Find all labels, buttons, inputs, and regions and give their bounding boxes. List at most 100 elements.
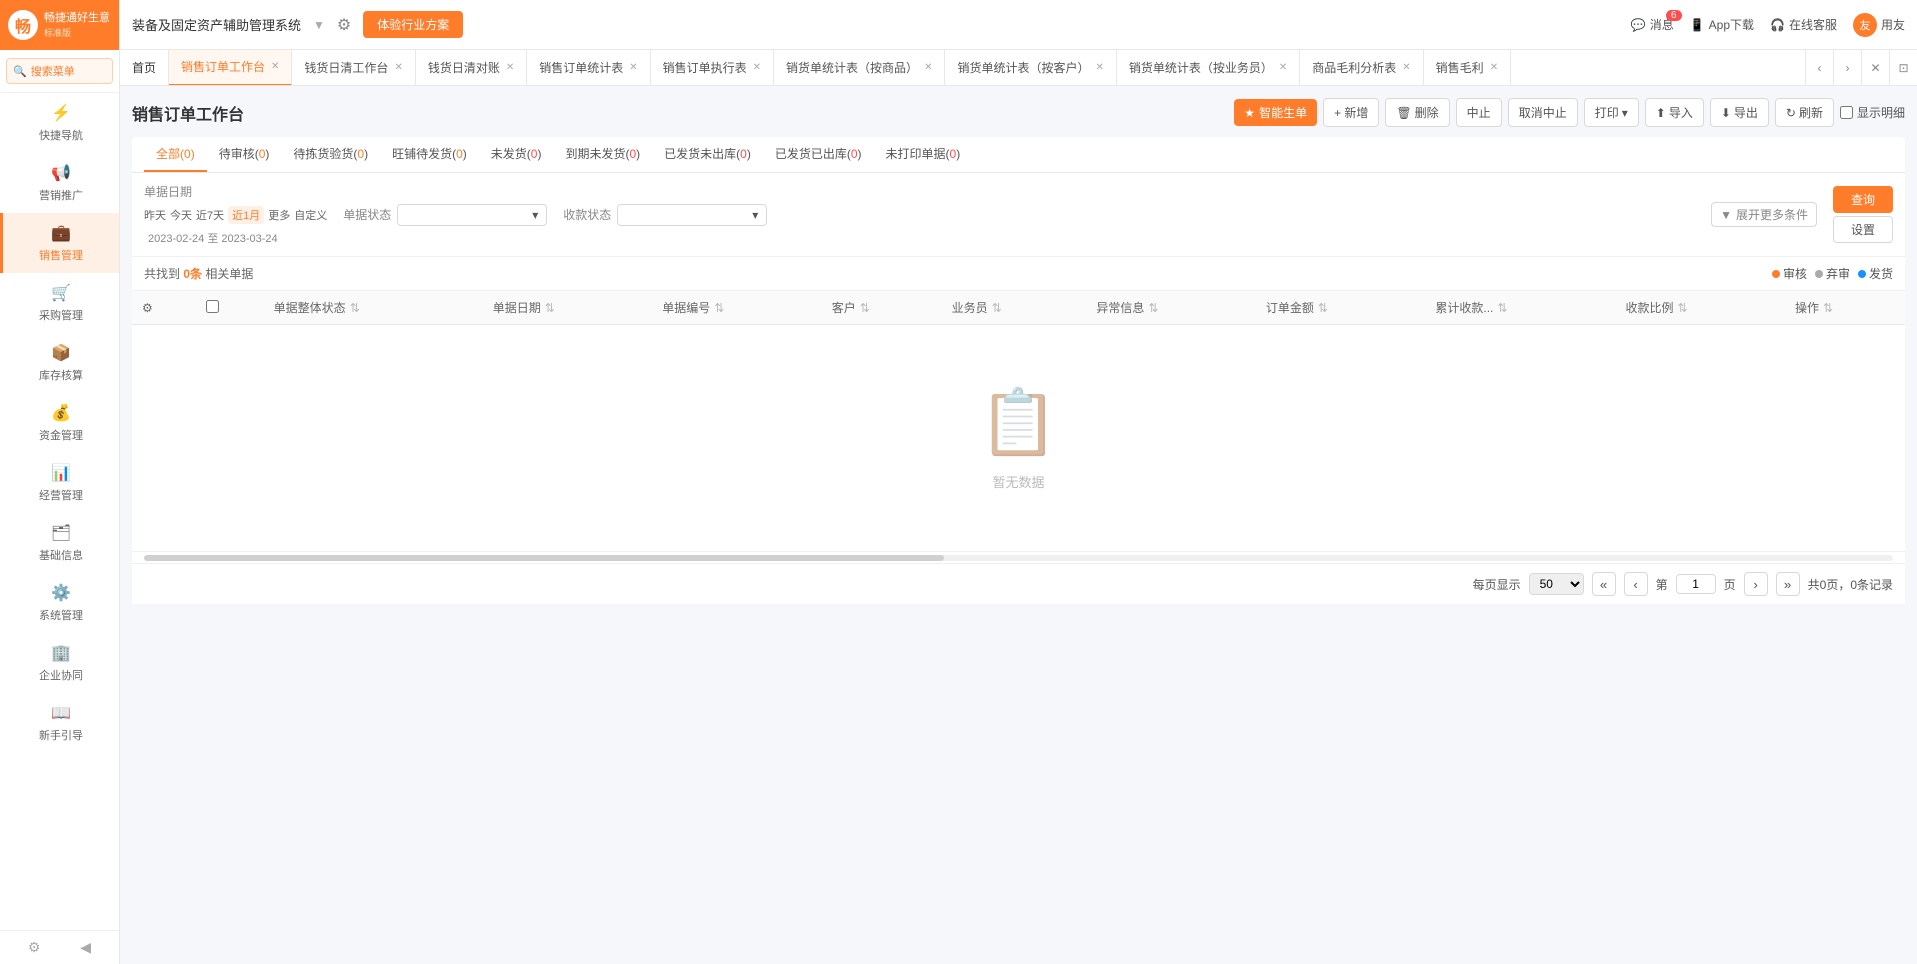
filter-tab-unprinted[interactable]: 未打印单据(0) [874,137,973,172]
nav-icon-enterprise: 🏢 [51,643,71,663]
close-tab-sales-stat-product[interactable]: ✕ [924,62,932,73]
sidebar-item-purchase[interactable]: 🛒 采购管理 [0,273,119,333]
sidebar-item-guide[interactable]: 📖 新手引导 [0,693,119,753]
filter-tab-all[interactable]: 全部(0) [144,137,207,172]
close-tab-sales-stat-table[interactable]: ✕ [629,62,637,73]
date-option-自定义[interactable]: 自定义 [294,207,327,223]
print-button[interactable]: 打印 ▾ [1584,98,1639,127]
app-title-dropdown[interactable]: ▼ [313,18,325,32]
sidebar-item-sales[interactable]: 💼 销售管理 [0,213,119,273]
sidebar-item-operations[interactable]: 📊 经营管理 [0,453,119,513]
online-support-item[interactable]: 🎧 在线客服 [1770,16,1837,33]
sidebar-item-enterprise[interactable]: 🏢 企业协同 [0,633,119,693]
collapse-icon[interactable]: ◀ [80,939,91,956]
total-records: 共0页，0条记录 [1808,576,1893,593]
filter-tab-pending-review[interactable]: 待审核(0) [207,137,282,172]
sidebar-item-system[interactable]: ⚙️ 系统管理 [0,573,119,633]
sidebar-item-marketing[interactable]: 📢 营销推广 [0,153,119,213]
close-tab-sales-gross[interactable]: ✕ [1490,62,1498,73]
close-tab-sales-workbench[interactable]: ✕ [271,61,279,72]
select-all-checkbox[interactable] [206,300,219,313]
horizontal-scrollbar[interactable] [132,551,1905,563]
tab-sales-stat-table[interactable]: 销售订单统计表✕ [527,50,650,86]
prev-tab-button[interactable]: ‹ [1805,50,1833,86]
message-item[interactable]: 💬 6 消息 [1631,16,1674,33]
tab-cash-daily[interactable]: 钱货日清工作台✕ [292,50,415,86]
filter-tab-shipped-not-warehoused[interactable]: 已发货未出库(0) [652,137,763,172]
tab-home[interactable]: 首页 [120,50,169,86]
search-menu-button[interactable]: 🔍 搜索菜单 [6,58,113,84]
query-button[interactable]: 查询 [1833,186,1893,213]
next-tab-button[interactable]: › [1833,50,1861,86]
tab-sales-stat-staff[interactable]: 销货单统计表（按业务员）✕ [1117,50,1300,86]
next-page-button[interactable]: › [1744,572,1768,596]
filter-tab-wangpu-pending[interactable]: 旺铺待发货(0) [380,137,479,172]
tab-sales-stat-product[interactable]: 销货单统计表（按商品）✕ [774,50,945,86]
refresh-button[interactable]: ↻ 刷新 [1775,98,1834,127]
show-detail-checkbox[interactable] [1840,106,1853,119]
import-button[interactable]: ⬆ 导入 [1645,98,1704,127]
trial-button[interactable]: 体验行业方案 [363,11,463,38]
add-button[interactable]: + 新增 [1323,98,1379,127]
status-select[interactable]: ▾ [397,204,547,226]
close-tab-sales-stat-customer[interactable]: ✕ [1095,62,1103,73]
tab-sales-workbench[interactable]: 销售订单工作台✕ [169,50,292,86]
filter-tab-unshipped[interactable]: 未发货(0) [479,137,554,172]
col-header-operation[interactable]: 操作⇅ [1785,291,1905,325]
close-tab-sales-exec-table[interactable]: ✕ [753,62,761,73]
filter-tab-label-unshipped: 未发货(0) [491,147,542,161]
maximize-tab-button[interactable]: ⊡ [1889,50,1917,86]
table-settings-icon[interactable]: ⚙ [142,301,153,315]
tab-sales-stat-customer[interactable]: 销货单统计表（按客户）✕ [945,50,1116,86]
scrollbar-thumb[interactable] [144,555,944,561]
ship-action[interactable]: 发货 [1858,265,1893,282]
settings-icon[interactable]: ⚙ [28,939,41,956]
tab-cash-reconcile[interactable]: 钱货日清对账✕ [416,50,527,86]
user-menu[interactable]: 友 用友 [1853,13,1905,37]
date-option-更多[interactable]: 更多 [268,207,290,223]
tab-sales-exec-table[interactable]: 销售订单执行表✕ [651,50,774,86]
stop-button[interactable]: 中止 [1456,98,1502,127]
smart-create-button[interactable]: ★ 智能生单 [1234,99,1317,126]
delete-button[interactable]: 🗑 删除 [1385,98,1449,127]
tab-sales-gross[interactable]: 销售毛利✕ [1424,50,1511,86]
nav-icon-operations: 📊 [51,463,71,483]
sidebar-item-finance[interactable]: 💰 资金管理 [0,393,119,453]
sidebar-item-basics[interactable]: 🗂 基础信息 [0,513,119,573]
close-tab-profit-analysis[interactable]: ✕ [1402,62,1410,73]
logo-text: 畅捷通好生意 [44,11,110,25]
close-tab-cash-daily[interactable]: ✕ [394,62,402,73]
sidebar-nav: ⚡ 快捷导航 📢 营销推广 💼 销售管理 🛒 采购管理 📦 库存核算 💰 资金管… [0,93,119,930]
filter-tab-overdue-unshipped[interactable]: 到期未发货(0) [553,137,652,172]
sidebar-item-quick-nav[interactable]: ⚡ 快捷导航 [0,93,119,153]
prev-page-button[interactable]: ‹ [1624,572,1648,596]
search-settings-button[interactable]: 设置 [1833,216,1893,243]
date-option-近1月[interactable]: 近1月 [228,206,264,224]
filter-tab-shipped-warehoused[interactable]: 已发货已出库(0) [763,137,874,172]
date-option-昨天[interactable]: 昨天 [144,207,166,223]
search-bar: 单据日期 昨天今天近7天近1月更多自定义 2023-02-24 至 2023-0… [132,173,1905,257]
gear-icon[interactable]: ⚙ [337,15,351,35]
close-all-tabs-button[interactable]: ✕ [1861,50,1889,86]
export-button[interactable]: ⬇ 导出 [1710,98,1769,127]
page-size-select[interactable]: 50 20 100 [1529,573,1584,595]
last-page-button[interactable]: » [1776,572,1800,596]
payment-select[interactable]: ▾ [617,204,767,226]
sort-icon: ⇅ [1497,301,1507,315]
date-option-近7天[interactable]: 近7天 [196,207,224,223]
first-page-button[interactable]: « [1592,572,1616,596]
close-tab-sales-stat-staff[interactable]: ✕ [1279,62,1287,73]
col-header-settings[interactable]: ⚙ [132,291,196,325]
page-number-input[interactable] [1676,574,1716,594]
show-detail-checkbox-label[interactable]: 显示明细 [1840,104,1905,121]
expand-conditions-button[interactable]: ▼ 展开更多条件 [1711,202,1817,227]
reject-action[interactable]: 弃审 [1815,265,1850,282]
sidebar-item-inventory[interactable]: 📦 库存核算 [0,333,119,393]
close-tab-cash-reconcile[interactable]: ✕ [506,62,514,73]
tab-profit-analysis[interactable]: 商品毛利分析表✕ [1300,50,1423,86]
date-option-今天[interactable]: 今天 [170,207,192,223]
filter-tab-pending-inspect[interactable]: 待拣货验货(0) [281,137,380,172]
review-action[interactable]: 审核 [1772,265,1807,282]
cancel-stop-button[interactable]: 取消中止 [1508,98,1578,127]
app-download-item[interactable]: 📱 App下载 [1690,16,1754,33]
